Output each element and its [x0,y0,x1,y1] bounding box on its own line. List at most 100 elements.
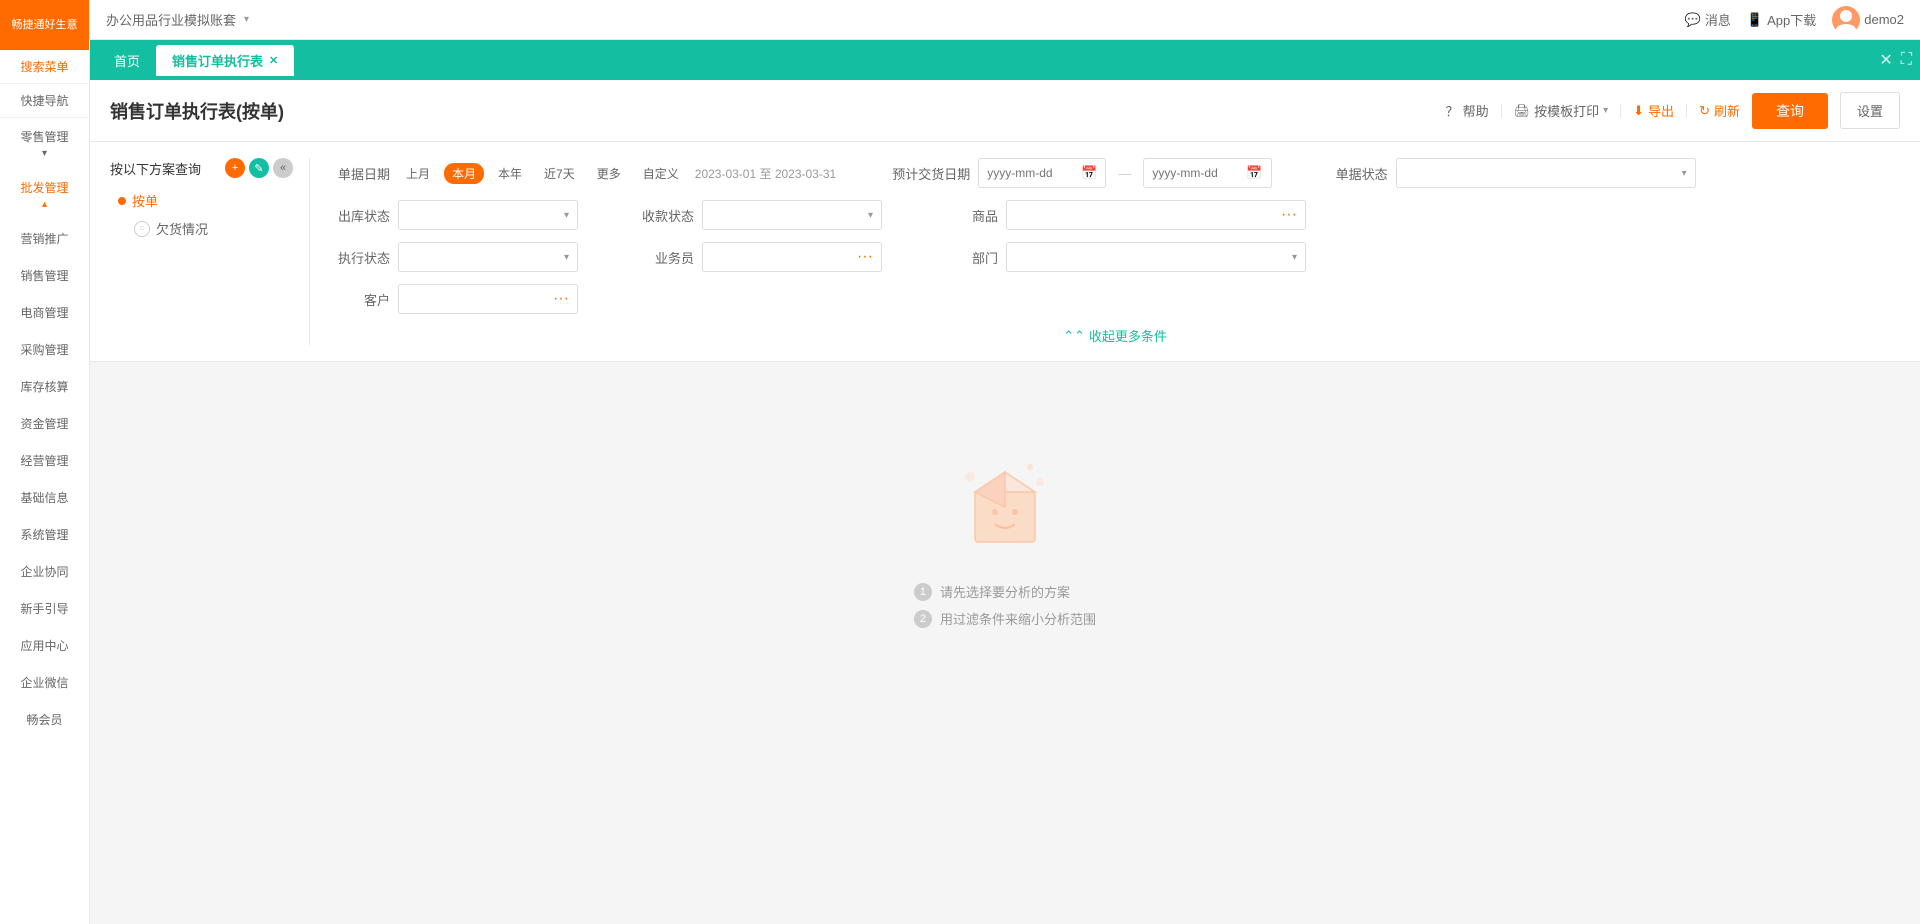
sidebar-item-system[interactable]: 系统管理 [0,516,89,553]
payment-label: 收款状态 [634,206,694,225]
customer-label: 客户 [330,290,390,309]
customer-dots-icon[interactable]: ··· [553,290,569,308]
filter-expected-date: 预计交货日期 📅 — 📅 [892,158,1271,188]
sidebar-item-finance[interactable]: 资金管理 [0,405,89,442]
sidebar-item-label: 库存核算 [20,378,68,395]
sidebar-item-member[interactable]: 畅会员 [0,701,89,738]
payment-select[interactable]: ▾ [702,200,882,230]
sidebar-logo-text: 畅捷通好生意 [12,18,78,32]
dept-select[interactable]: ▾ [1006,242,1306,272]
page-content: 销售订单执行表(按单) ？ 帮助 🖨 按模板打印 ▾ ⬇ 导出 [90,80,1920,924]
product-dots-icon[interactable]: ··· [1281,206,1297,224]
topbar: 办公用品行业模拟账套 ▾ 💬 消息 📱 App下载 demo2 [90,0,1920,40]
scheme-collapse-icon[interactable]: « [273,158,293,178]
delivery-label: 出库状态 [330,206,390,225]
scheme-add-icon[interactable]: + [225,158,245,178]
sidebar: 畅捷通好生意 搜索菜单 快捷导航 零售管理 ▾ 批发管理 ▴ 营销推广 销售管理… [0,0,90,924]
scheme-edit-icon[interactable]: ✎ [249,158,269,178]
product-select[interactable]: ··· [1006,200,1306,230]
tab-close-icon[interactable]: ✕ [269,54,278,67]
dept-label: 部门 [938,248,998,267]
app-icon: 📱 [1747,12,1763,28]
status-chevron-icon: ▾ [1682,168,1687,179]
status-select[interactable]: ▾ [1396,158,1696,188]
sidebar-item-marketing[interactable]: 营销推广 [0,220,89,257]
sidebar-item-sales[interactable]: 销售管理 [0,257,89,294]
collapse-button[interactable]: ⌃⌃ 收起更多条件 [330,326,1900,345]
message-button[interactable]: 💬 消息 [1685,10,1731,29]
calendar-icon: 📅 [1081,165,1097,181]
empty-hint-1: 1 请先选择要分析的方案 [914,582,1096,601]
sidebar-item-wholesale[interactable]: 批发管理 ▴ [0,169,89,220]
sidebar-item-apps[interactable]: 应用中心 [0,627,89,664]
scheme-sub-item-owe[interactable]: ○ 欠货情况 [126,215,293,242]
date-tag-last-month[interactable]: 上月 [398,163,438,184]
exec-status-label: 执行状态 [330,248,390,267]
print-button[interactable]: 🖨 按模板打印 ▾ [1514,101,1609,120]
help-button[interactable]: ？ 帮助 [1446,101,1489,120]
tab-expand-icon[interactable]: ⛶ [1901,51,1912,69]
sidebar-item-ecommerce[interactable]: 电商管理 [0,294,89,331]
scheme-header: 按以下方案查询 + ✎ « [110,158,293,178]
scheme-item-by-order[interactable]: 按单 [110,186,293,215]
search-panel: 按以下方案查询 + ✎ « 按单 ○ 欠货情 [90,142,1920,362]
sidebar-item-newbie[interactable]: 新手引导 [0,590,89,627]
date-tag-custom[interactable]: 自定义 [635,163,687,184]
tab-sales-exec[interactable]: 销售订单执行表 ✕ [156,45,294,76]
settings-button[interactable]: 设置 [1840,92,1900,129]
main-content: 办公用品行业模拟账套 ▾ 💬 消息 📱 App下载 demo2 首页 [90,0,1920,924]
salesperson-select[interactable]: ··· [702,242,882,272]
sidebar-item-purchase[interactable]: 采购管理 [0,331,89,368]
sidebar-quick[interactable]: 快捷导航 [0,84,89,118]
collapse-label: 收起更多条件 [1089,326,1167,345]
search-panel-top: 按以下方案查询 + ✎ « 按单 ○ 欠货情 [110,158,1900,345]
expected-date-from-input[interactable] [987,166,1077,180]
tab-close-window-icon[interactable]: ✕ [1879,50,1892,70]
sidebar-item-label: 批发管理 [20,179,68,196]
date-tag-last7[interactable]: 近7天 [536,163,583,184]
sidebar-item-wechat[interactable]: 企业微信 [0,664,89,701]
sidebar-item-basic[interactable]: 基础信息 [0,479,89,516]
scheme-sub-circle: ○ [134,221,150,237]
sidebar-item-inventory[interactable]: 库存核算 [0,368,89,405]
scheme-sub-label: 欠货情况 [156,219,208,238]
refresh-button[interactable]: ↻ 刷新 [1699,101,1740,120]
query-button[interactable]: 查询 [1752,93,1828,129]
page-header-actions: ？ 帮助 🖨 按模板打印 ▾ ⬇ 导出 ↻ 刷新 [1446,92,1900,129]
expected-date-from[interactable]: 📅 [978,158,1106,188]
date-tag-this-month[interactable]: 本月 [444,163,484,184]
exec-status-select[interactable]: ▾ [398,242,578,272]
sidebar-item-retail[interactable]: 零售管理 ▾ [0,118,89,169]
sidebar-item-operation[interactable]: 经营管理 [0,442,89,479]
filter-customer: 客户 ··· [330,284,578,314]
divider3 [1686,104,1687,118]
status-label: 单据状态 [1328,164,1388,183]
tabbar-right: ✕ ⛶ [1879,50,1912,70]
export-button[interactable]: ⬇ 导出 [1633,101,1674,120]
filter-payment-status: 收款状态 ▾ [634,200,882,230]
tabbar: 首页 销售订单执行表 ✕ ✕ ⛶ [90,40,1920,80]
filter-dept: 部门 ▾ [938,242,1306,272]
sidebar-item-label: 经营管理 [20,452,68,469]
divider [1501,104,1502,118]
user-menu[interactable]: demo2 [1832,6,1904,34]
delivery-select[interactable]: ▾ [398,200,578,230]
empty-hint-2: 2 用过滤条件来缩小分析范围 [914,609,1096,628]
customer-select[interactable]: ··· [398,284,578,314]
sidebar-item-label: 资金管理 [20,415,68,432]
sidebar-search[interactable]: 搜索菜单 [0,50,89,84]
tab-home[interactable]: 首页 [98,45,156,76]
app-download-button[interactable]: 📱 App下载 [1747,10,1816,29]
refresh-icon: ↻ [1699,103,1710,119]
collapse-chevron-icon: ⌃⌃ [1063,328,1085,344]
date-tag-this-year[interactable]: 本年 [490,163,530,184]
hint-text-1: 请先选择要分析的方案 [940,582,1070,601]
salesperson-dots-icon[interactable]: ··· [857,248,873,266]
scheme-item-label: 按单 [132,191,158,210]
chevron-up-icon: ▴ [42,199,47,210]
expected-date-to-input[interactable] [1152,166,1242,180]
delivery-chevron-icon: ▾ [564,210,569,221]
date-tag-more[interactable]: 更多 [589,163,629,184]
sidebar-item-enterprise[interactable]: 企业协同 [0,553,89,590]
expected-date-to[interactable]: 📅 [1143,158,1271,188]
